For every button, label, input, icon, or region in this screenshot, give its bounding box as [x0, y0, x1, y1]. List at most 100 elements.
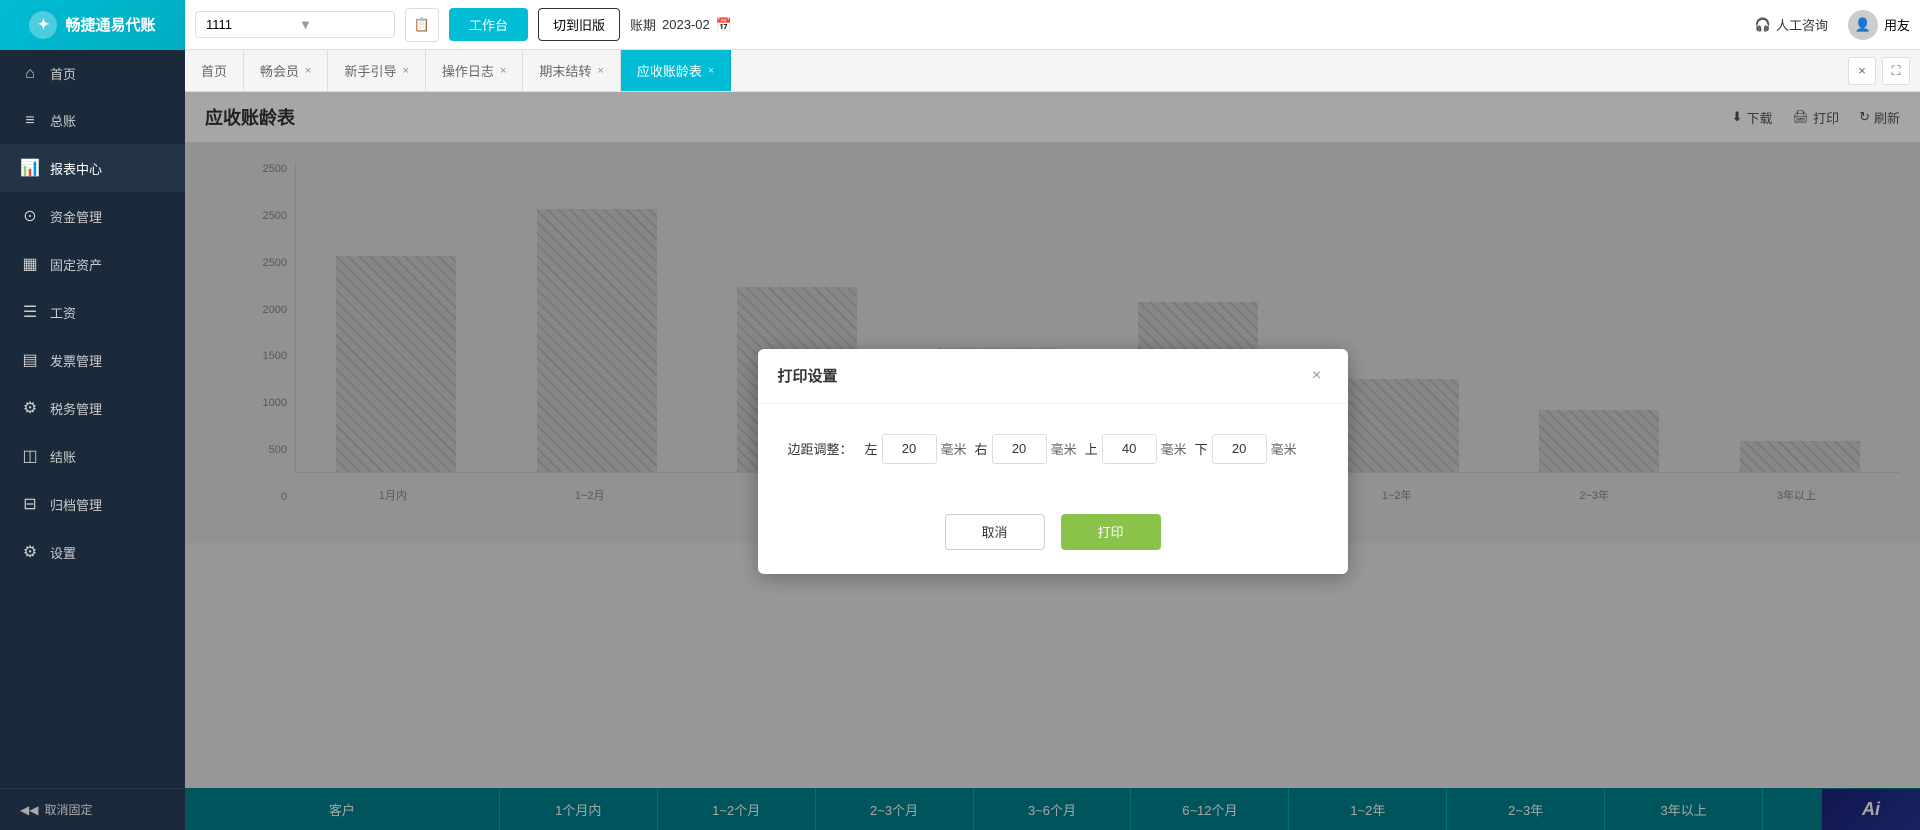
support-label: 人工咨询 [1776, 15, 1828, 34]
sidebar-item-assets[interactable]: ▦ 固定资产 [0, 240, 185, 288]
page-content: 应收账龄表 ⬇ 下载 🖨 打印 ↻ 刷新 [185, 92, 1920, 830]
sidebar-label-settings: 设置 [50, 543, 76, 562]
sidebar-label-ledger: 总账 [50, 111, 76, 130]
tab-member-close[interactable]: × [305, 65, 311, 77]
margin-adjust-label: 边距调整： [788, 439, 853, 458]
sidebar-label-archive: 归档管理 [50, 495, 102, 514]
bottom-margin-input[interactable] [1212, 434, 1267, 464]
left-margin-input[interactable] [882, 434, 937, 464]
top-header: ✦ 畅捷通易代账 1111 ▼ 📋 工作台 切到旧版 账期 2023-02 📅 … [0, 0, 1920, 50]
left-direction-label: 左 [865, 439, 878, 458]
sidebar-label-assets: 固定资产 [50, 255, 102, 274]
left-unit-label: 毫米 [941, 439, 967, 458]
modal-header: 打印设置 × [758, 349, 1348, 404]
modal-close-button[interactable]: × [1306, 365, 1328, 387]
company-selector[interactable]: 1111 ▼ [195, 11, 395, 38]
tab-home-label: 首页 [201, 61, 227, 80]
logo-area: ✦ 畅捷通易代账 [0, 0, 185, 50]
sidebar-item-archive[interactable]: ⊟ 归档管理 [0, 480, 185, 528]
sidebar-label-home: 首页 [50, 64, 76, 83]
margin-left-group: 左 毫米 [865, 434, 967, 464]
confirm-print-button[interactable]: 打印 [1061, 514, 1161, 550]
period-area: 账期 2023-02 📅 [630, 15, 732, 34]
sidebar-scroll: ⌂ 首页 ≡ 总账 📊 报表中心 ⊙ 资金管理 ▦ 固定资产 ☰ 工资 [0, 50, 185, 788]
funds-icon: ⊙ [20, 206, 40, 226]
bottom-unit-label: 毫米 [1271, 439, 1297, 458]
user-area[interactable]: 👤 用友 [1848, 10, 1910, 40]
support-button[interactable]: 🎧 人工咨询 [1755, 15, 1828, 34]
print-settings-modal: 打印设置 × 边距调整： 左 毫米 右 [758, 349, 1348, 574]
sidebar-item-invoice[interactable]: ▤ 发票管理 [0, 336, 185, 384]
app-title: 畅捷通易代账 [65, 14, 155, 35]
tab-oplog[interactable]: 操作日志 × [426, 50, 523, 91]
right-margin-input[interactable] [992, 434, 1047, 464]
tab-member-label: 畅会员 [260, 61, 299, 80]
workbench-button[interactable]: 工作台 [449, 8, 528, 41]
tab-yearend[interactable]: 期末结转 × [523, 50, 620, 91]
sidebar-label-tax: 税务管理 [50, 399, 102, 418]
sidebar-item-home[interactable]: ⌂ 首页 [0, 50, 185, 97]
tabs-expand-button[interactable]: ⛶ [1882, 57, 1910, 85]
user-avatar: 👤 [1848, 10, 1878, 40]
ledger-icon: ≡ [20, 112, 40, 130]
tabs-end-buttons: × ⛶ [1838, 50, 1920, 91]
settings-icon: ⚙ [20, 542, 40, 562]
sidebar-label-reports: 报表中心 [50, 159, 102, 178]
tab-aging-label: 应收账龄表 [637, 61, 702, 80]
tab-aging-close[interactable]: × [708, 65, 714, 77]
margin-right-group: 右 毫米 [975, 434, 1077, 464]
top-unit-label: 毫米 [1161, 439, 1187, 458]
assets-icon: ▦ [20, 254, 40, 274]
cancel-button[interactable]: 取消 [945, 514, 1045, 550]
tab-yearend-close[interactable]: × [597, 65, 603, 77]
modal-footer: 取消 打印 [758, 514, 1348, 574]
right-unit-label: 毫米 [1051, 439, 1077, 458]
tab-guide-label: 新手引导 [344, 61, 396, 80]
unpin-icon: ◀◀ [20, 803, 38, 817]
top-margin-input[interactable] [1102, 434, 1157, 464]
tab-guide[interactable]: 新手引导 × [328, 50, 425, 91]
company-name: 1111 [206, 17, 291, 32]
tab-guide-close[interactable]: × [402, 65, 408, 77]
sidebar-item-reports[interactable]: 📊 报表中心 [0, 144, 185, 192]
sidebar-label-settle: 结账 [50, 447, 76, 466]
settle-icon: ◫ [20, 446, 40, 466]
calendar-button[interactable]: 📋 [405, 8, 439, 42]
headset-icon: 🎧 [1755, 17, 1771, 33]
sidebar-item-settle[interactable]: ◫ 结账 [0, 432, 185, 480]
logo-icon: ✦ [29, 11, 57, 39]
sidebar-item-settings[interactable]: ⚙ 设置 [0, 528, 185, 576]
switch-old-button[interactable]: 切到旧版 [538, 8, 620, 41]
sidebar-item-funds[interactable]: ⊙ 资金管理 [0, 192, 185, 240]
margin-bottom-group: 下 毫米 [1195, 434, 1297, 464]
margin-row: 边距调整： 左 毫米 右 毫米 [788, 434, 1318, 464]
tab-aging[interactable]: 应收账龄表 × [621, 50, 731, 91]
tab-oplog-label: 操作日志 [442, 61, 494, 80]
sidebar-item-tax[interactable]: ⚙ 税务管理 [0, 384, 185, 432]
tab-yearend-label: 期末结转 [539, 61, 591, 80]
reports-icon: 📊 [20, 158, 40, 178]
sidebar-item-ledger[interactable]: ≡ 总账 [0, 97, 185, 144]
home-icon: ⌂ [20, 65, 40, 83]
payroll-icon: ☰ [20, 302, 40, 322]
modal-title: 打印设置 [778, 365, 838, 386]
tab-home[interactable]: 首页 [185, 50, 244, 91]
sidebar-label-invoice: 发票管理 [50, 351, 102, 370]
archive-icon: ⊟ [20, 494, 40, 514]
tab-oplog-close[interactable]: × [500, 65, 506, 77]
tab-member[interactable]: 畅会员 × [244, 50, 328, 91]
sidebar-label-payroll: 工资 [50, 303, 76, 322]
sidebar-label-funds: 资金管理 [50, 207, 102, 226]
tax-icon: ⚙ [20, 398, 40, 418]
period-calendar-icon[interactable]: 📅 [716, 17, 732, 33]
sidebar-footer-unpin[interactable]: ◀◀ 取消固定 [0, 788, 185, 830]
modal-overlay[interactable]: 打印设置 × 边距调整： 左 毫米 右 [185, 92, 1920, 830]
company-dropdown-arrow: ▼ [299, 17, 384, 32]
tabs-close-all-button[interactable]: × [1848, 57, 1876, 85]
right-direction-label: 右 [975, 439, 988, 458]
sidebar-footer-label: 取消固定 [44, 801, 92, 818]
main-layout: ⌂ 首页 ≡ 总账 📊 报表中心 ⊙ 资金管理 ▦ 固定资产 ☰ 工资 [0, 50, 1920, 830]
sidebar-item-payroll[interactable]: ☰ 工资 [0, 288, 185, 336]
bottom-direction-label: 下 [1195, 439, 1208, 458]
user-name: 用友 [1884, 15, 1910, 34]
